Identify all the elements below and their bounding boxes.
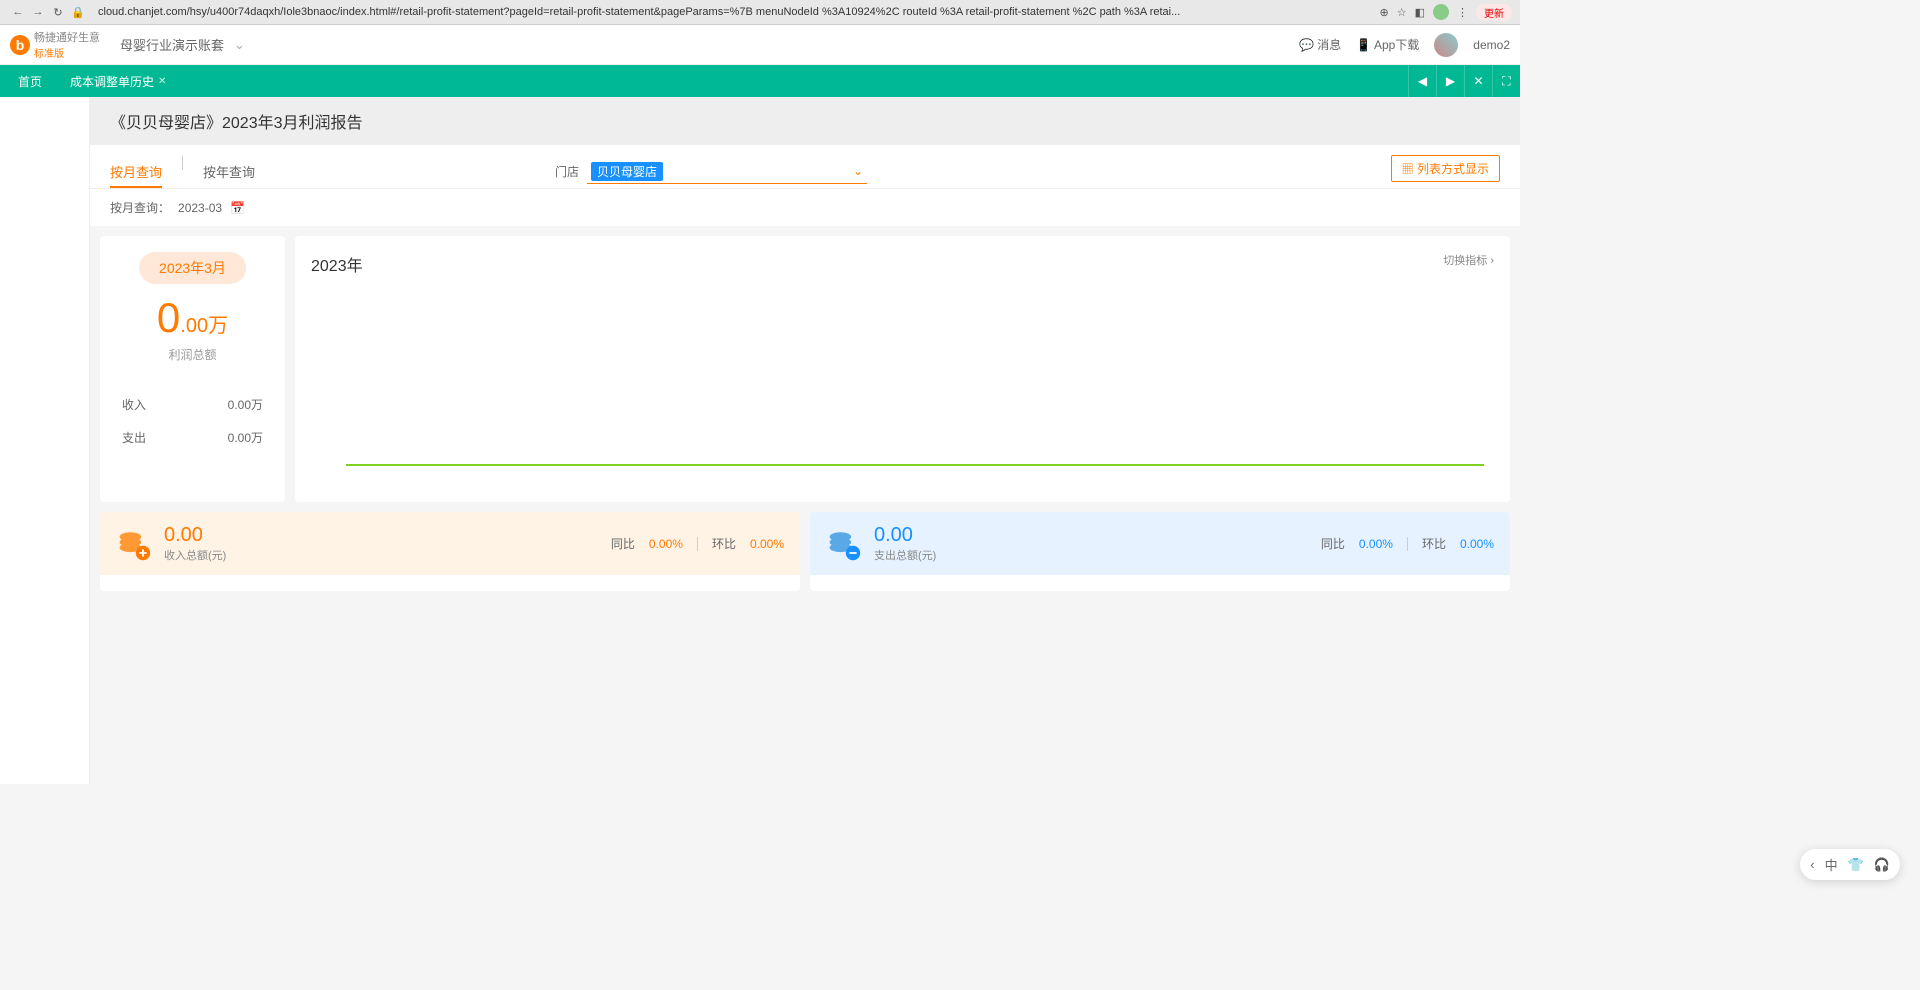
shirt-icon[interactable]: 👕	[1848, 857, 1864, 873]
browser-chrome: ← → ↻ 🔒 cloud.chanjet.com/hsy/u400r74daq…	[0, 0, 1520, 25]
app-header: b 畅捷通好生意 标准版 母婴行业演示账套 ⌄ 💬 消息 📱 App下载 dem…	[0, 25, 1520, 65]
expense-sub: 支出总额(元)	[874, 547, 936, 563]
avatar[interactable]	[1434, 33, 1458, 57]
expense-line	[346, 464, 1484, 466]
main-tab-bar: 首页 成本调整单历史✕ ◀ ▶ ✕ ⛶	[0, 65, 1520, 97]
download-link[interactable]: 📱 App下载	[1356, 36, 1419, 53]
coins-plus-icon	[116, 526, 152, 562]
extension-icon[interactable]: ◧	[1415, 6, 1425, 19]
profile-icon[interactable]	[1433, 4, 1449, 20]
period-pill: 2023年3月	[139, 252, 246, 284]
translate-icon[interactable]: ⊕	[1380, 6, 1389, 19]
income-mom: 0.00%	[750, 537, 784, 551]
profit-label: 利润总额	[116, 346, 269, 363]
income-total: 0.00	[164, 524, 226, 547]
logo-icon: b	[10, 35, 30, 55]
y-axis	[311, 286, 341, 466]
content-area: 《贝贝母婴店》2023年3月利润报告 按月查询 按年查询 门店 贝贝母婴店 ⌄ …	[90, 97, 1520, 784]
tab-scroll-left[interactable]: ◀	[1408, 65, 1436, 97]
coins-minus-icon	[826, 526, 862, 562]
tab-home[interactable]: 首页	[0, 65, 60, 97]
edition-text: 标准版	[34, 45, 100, 60]
lang-toggle[interactable]: 中	[1825, 855, 1838, 874]
switch-indicator[interactable]: 切换指标 ›	[1443, 252, 1494, 268]
logo: b 畅捷通好生意 标准版	[10, 29, 100, 60]
store-value: 贝贝母婴店	[591, 162, 663, 181]
store-label: 门店	[555, 163, 579, 180]
expense-panel: 0.00 支出总额(元) 同比 0.00% 环比 0.00%	[810, 512, 1510, 591]
expense-total: 0.00	[874, 524, 936, 547]
tab-by-year[interactable]: 按年查询	[203, 156, 255, 187]
page-title: 《贝贝母婴店》2023年3月利润报告	[90, 97, 1520, 145]
profit-total: 0.00万	[116, 294, 269, 342]
calendar-icon[interactable]: 📅	[230, 201, 245, 215]
menu-icon[interactable]: ⋮	[1457, 6, 1468, 19]
plot-area	[346, 286, 1484, 466]
income-header: 0.00 收入总额(元) 同比 0.00% 环比 0.00%	[100, 512, 800, 575]
query-label: 按月查询：	[110, 199, 170, 216]
forward-icon[interactable]: →	[28, 6, 48, 18]
expense-yoy: 0.00%	[1359, 537, 1393, 551]
expense-header: 0.00 支出总额(元) 同比 0.00% 环比 0.00%	[810, 512, 1510, 575]
collapse-icon[interactable]: ‹	[1810, 857, 1814, 872]
income-panel: 0.00 收入总额(元) 同比 0.00% 环比 0.00%	[100, 512, 800, 591]
account-selector[interactable]: 母婴行业演示账套 ⌄	[120, 35, 1299, 54]
sidebar	[0, 97, 90, 784]
update-chip[interactable]: 更新	[1476, 4, 1512, 21]
trend-chart: 2023年 切换指标 ›	[295, 236, 1510, 502]
income-sub: 收入总额(元)	[164, 547, 226, 563]
query-row: 按月查询： 2023-03 📅	[90, 189, 1520, 226]
income-yoy: 0.00%	[649, 537, 683, 551]
separator	[182, 156, 183, 170]
star-icon[interactable]: ☆	[1397, 6, 1407, 19]
message-link[interactable]: 💬 消息	[1299, 36, 1341, 53]
income-row: 收入0.00万	[116, 388, 269, 421]
float-toolbar[interactable]: ‹ 中 👕 🎧	[1800, 849, 1900, 880]
chevron-down-icon: ⌄	[234, 37, 245, 53]
username[interactable]: demo2	[1473, 38, 1510, 52]
query-value: 2023-03	[178, 201, 222, 215]
reload-icon[interactable]: ↻	[48, 6, 68, 19]
summary-card: 2023年3月 0.00万 利润总额 收入0.00万 支出0.00万	[100, 236, 285, 502]
tab-scroll-right[interactable]: ▶	[1436, 65, 1464, 97]
back-icon[interactable]: ←	[8, 6, 28, 18]
chevron-down-icon: ⌄	[853, 164, 863, 178]
tab-by-month[interactable]: 按月查询	[110, 156, 162, 187]
headset-icon[interactable]: 🎧	[1874, 857, 1890, 873]
filter-bar: 按月查询 按年查询 门店 贝贝母婴店 ⌄ ▦ 列表方式显示	[90, 145, 1520, 189]
store-selector[interactable]: 门店 贝贝母婴店 ⌄	[555, 160, 867, 184]
tab-close-all[interactable]: ✕	[1464, 65, 1492, 97]
brand-text: 畅捷通好生意	[34, 29, 100, 45]
expense-mom: 0.00%	[1460, 537, 1494, 551]
chart-title: 2023年	[311, 252, 1494, 276]
lock-icon: 🔒	[68, 6, 88, 19]
expense-row: 支出0.00万	[116, 421, 269, 454]
fullscreen-icon[interactable]: ⛶	[1492, 65, 1520, 97]
close-icon[interactable]: ✕	[158, 76, 166, 87]
main-tab[interactable]: 成本调整单历史✕	[60, 65, 176, 97]
url-bar[interactable]: cloud.chanjet.com/hsy/u400r74daqxh/Iole3…	[98, 6, 1380, 18]
list-view-button[interactable]: ▦ 列表方式显示	[1391, 155, 1500, 182]
